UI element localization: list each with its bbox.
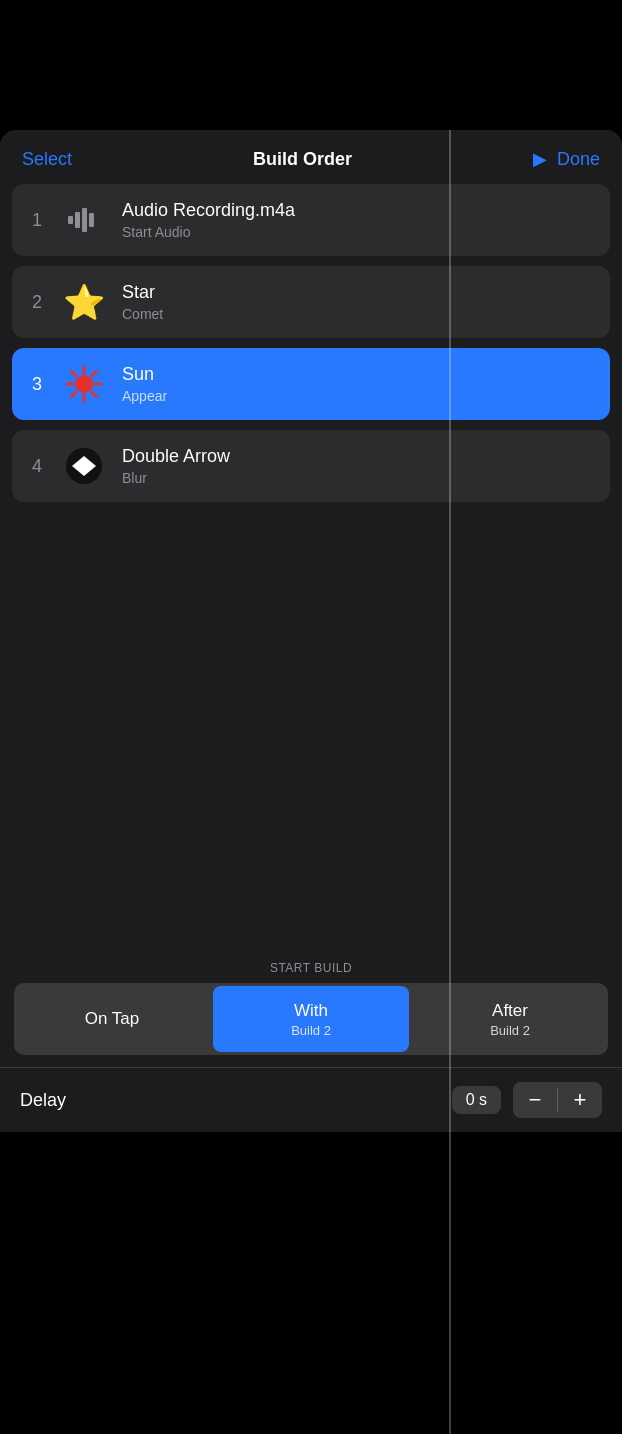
svg-rect-2	[82, 208, 87, 232]
svg-line-11	[92, 372, 96, 376]
double-arrow-icon	[62, 444, 106, 488]
sun-icon	[62, 362, 106, 406]
svg-line-9	[72, 372, 76, 376]
item-info-1: Audio Recording.m4a Start Audio	[122, 200, 295, 240]
build-item-1[interactable]: 1 Audio Recording.m4a Start Audio	[12, 184, 610, 256]
svg-rect-0	[68, 216, 73, 224]
minus-icon: −	[529, 1087, 542, 1113]
item-info-2: Star Comet	[122, 282, 163, 322]
star-icon: ⭐	[62, 280, 106, 324]
item-name-4: Double Arrow	[122, 446, 230, 467]
item-number-1: 1	[28, 210, 46, 231]
build-item-3[interactable]: 3 Sun Appear	[12, 348, 610, 420]
item-subtitle-4: Blur	[122, 470, 230, 486]
stepper-minus-button[interactable]: −	[513, 1082, 557, 1118]
svg-point-4	[75, 375, 93, 393]
build-item-4[interactable]: 4 Double Arrow Blur	[12, 430, 610, 502]
item-info-3: Sun Appear	[122, 364, 167, 404]
audio-icon	[62, 198, 106, 242]
item-number-4: 4	[28, 456, 46, 477]
header-right: ▶ Done	[533, 148, 600, 170]
item-number-3: 3	[28, 374, 46, 395]
plus-icon: +	[574, 1087, 587, 1113]
page-title: Build Order	[72, 149, 533, 170]
item-name-3: Sun	[122, 364, 167, 385]
svg-line-12	[72, 392, 76, 396]
on-tap-option[interactable]: On Tap	[14, 983, 210, 1055]
delay-label: Delay	[20, 1090, 452, 1111]
item-name-1: Audio Recording.m4a	[122, 200, 295, 221]
after-sublabel: Build 2	[490, 1023, 530, 1038]
after-build-option[interactable]: After Build 2	[412, 983, 608, 1055]
on-tap-label: On Tap	[85, 1009, 140, 1029]
svg-rect-3	[89, 213, 94, 227]
svg-rect-1	[75, 212, 80, 228]
with-label: With	[294, 1001, 328, 1021]
item-subtitle-1: Start Audio	[122, 224, 295, 240]
build-item-2[interactable]: 2 ⭐ Star Comet	[12, 266, 610, 338]
start-build-label: START BUILD	[0, 949, 622, 983]
select-button[interactable]: Select	[22, 149, 72, 170]
item-info-4: Double Arrow Blur	[122, 446, 230, 486]
with-build-option[interactable]: With Build 2	[213, 986, 409, 1052]
delay-stepper: − +	[513, 1082, 602, 1118]
svg-line-10	[92, 392, 96, 396]
build-options: On Tap With Build 2 After Build 2	[14, 983, 608, 1055]
item-name-2: Star	[122, 282, 163, 303]
stepper-plus-button[interactable]: +	[558, 1082, 602, 1118]
bottom-section: START BUILD On Tap With Build 2 After Bu…	[0, 949, 622, 1132]
delay-row: Delay 0 s − +	[0, 1067, 622, 1132]
with-sublabel: Build 2	[291, 1023, 331, 1038]
play-icon[interactable]: ▶	[533, 148, 547, 170]
item-subtitle-3: Appear	[122, 388, 167, 404]
after-label: After	[492, 1001, 528, 1021]
build-list: 1 Audio Recording.m4a Start Audio 2 ⭐	[0, 184, 622, 502]
item-number-2: 2	[28, 292, 46, 313]
item-subtitle-2: Comet	[122, 306, 163, 322]
done-button[interactable]: Done	[557, 149, 600, 170]
delay-value: 0 s	[452, 1086, 501, 1114]
header: Select Build Order ▶ Done	[0, 130, 622, 184]
